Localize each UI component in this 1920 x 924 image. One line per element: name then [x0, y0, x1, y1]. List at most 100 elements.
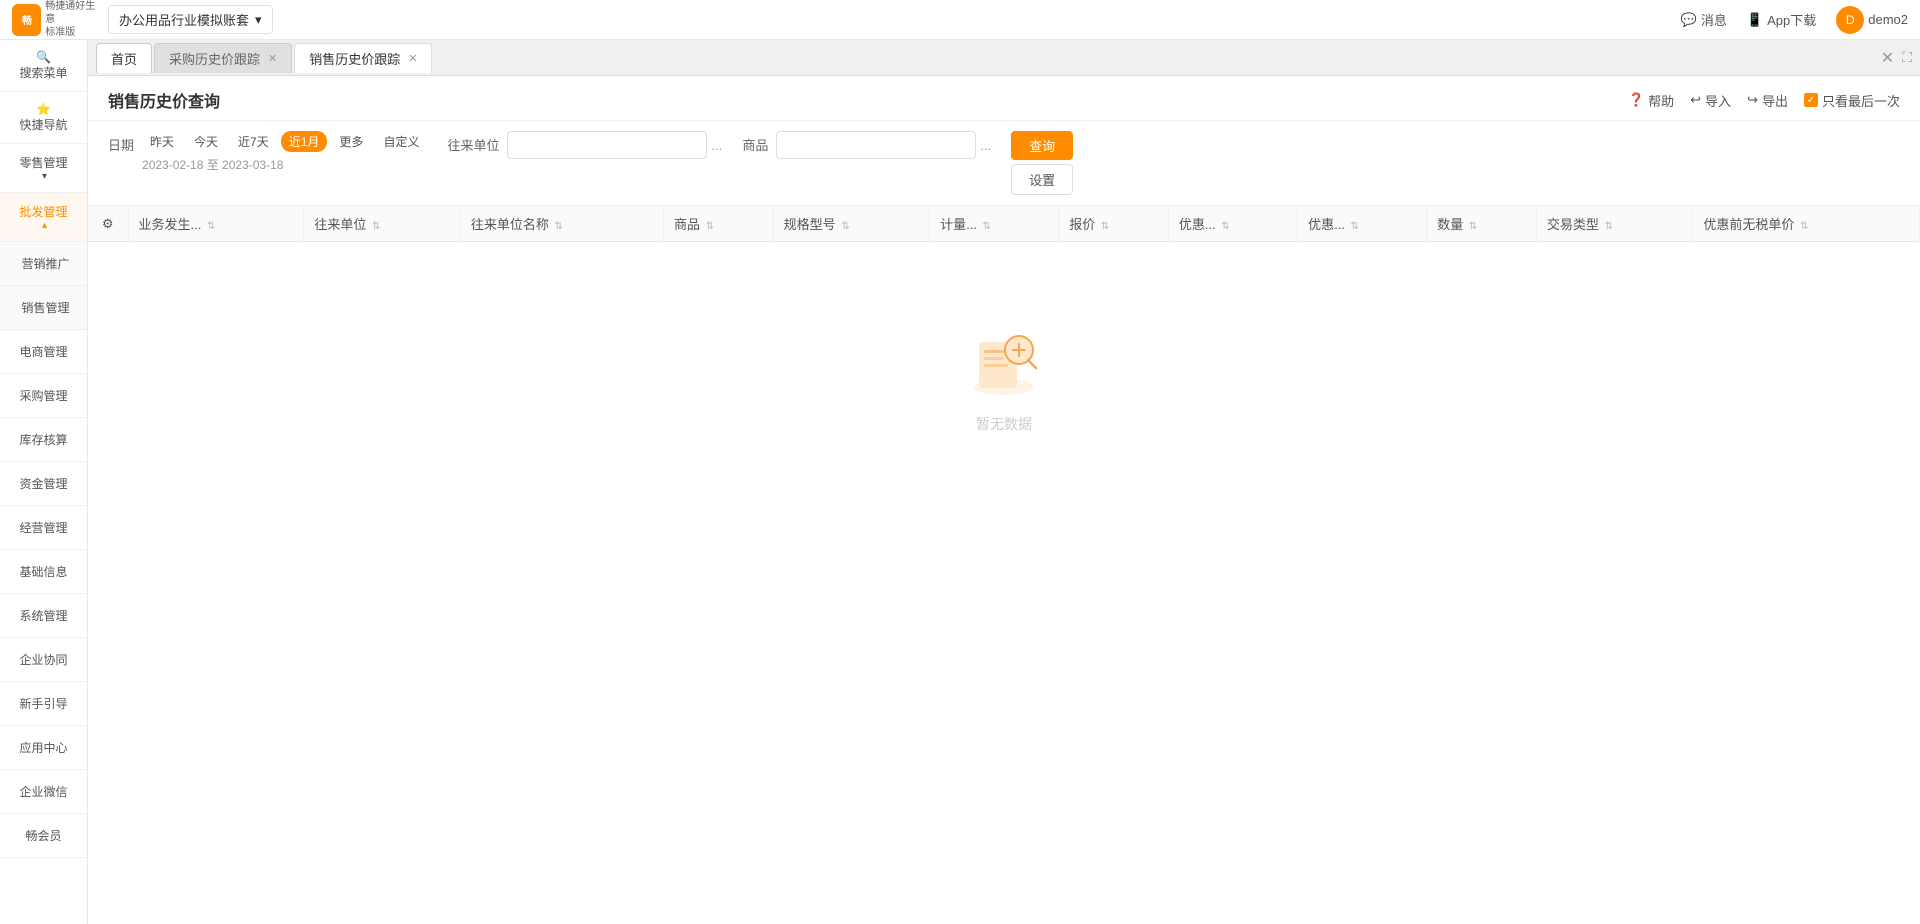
th-partner-name[interactable]: 往来单位名称 ⇅ [460, 206, 663, 242]
partner-input-group: ... [507, 131, 722, 159]
main-layout: 🔍 搜索菜单 ⭐ 快捷导航 零售管理 ▾ 批发管理 ▴ 营销推广 销售管理 电商… [0, 40, 1920, 924]
download-icon: 📱 [1747, 12, 1763, 28]
product-filter-label: 商品 [742, 131, 768, 154]
search-icon: 🔍 [36, 50, 51, 64]
sidebar-item-marketing[interactable]: 营销推广 [0, 242, 87, 286]
date-opt-more[interactable]: 更多 [331, 131, 371, 152]
message-button[interactable]: 💬 消息 [1681, 10, 1727, 29]
content-area: 首页 采购历史价跟踪 ✕ 销售历史价跟踪 ✕ ✕ ⛶ 销售历史价查询 [88, 40, 1920, 924]
message-icon: 💬 [1681, 12, 1697, 28]
title-actions: ❓ 帮助 ↩ 导入 ↪ 导出 ✓ 只看最后一次 [1628, 91, 1900, 110]
help-button[interactable]: ❓ 帮助 [1628, 91, 1674, 110]
sidebar-item-quick-nav[interactable]: ⭐ 快捷导航 [0, 92, 87, 144]
user-avatar-button[interactable]: D demo2 [1836, 6, 1908, 34]
sidebar: 🔍 搜索菜单 ⭐ 快捷导航 零售管理 ▾ 批发管理 ▴ 营销推广 销售管理 电商… [0, 40, 88, 924]
product-dots-button[interactable]: ... [980, 138, 991, 153]
th-settings[interactable]: ⚙ [88, 206, 128, 242]
sidebar-item-enterprise-collab[interactable]: 企业协同 [0, 638, 87, 682]
logo-icon: 畅 [12, 4, 41, 36]
sort-icon-quantity: ⇅ [1469, 221, 1477, 232]
sidebar-item-sales-mgmt[interactable]: 销售管理 [0, 286, 87, 330]
table-wrapper: ⚙ 业务发生... ⇅ 往来单位 ⇅ 往来单位名称 [88, 206, 1920, 514]
sidebar-item-operations-mgmt[interactable]: 经营管理 [0, 506, 87, 550]
date-opt-custom[interactable]: 自定义 [375, 131, 427, 152]
th-trade-type[interactable]: 交易类型 ⇅ [1536, 206, 1692, 242]
sidebar-item-inventory[interactable]: 库存核算 [0, 418, 87, 462]
app-download-button[interactable]: 📱 App下载 [1747, 10, 1816, 29]
sidebar-item-search-menu[interactable]: 🔍 搜索菜单 [0, 40, 87, 92]
date-range-text: 2023-02-18 至 2023-03-18 [142, 156, 427, 173]
checkbox-icon: ✓ [1804, 93, 1818, 107]
sidebar-item-finance-mgmt[interactable]: 资金管理 [0, 462, 87, 506]
partner-filter-label: 往来单位 [447, 131, 499, 154]
sort-icon-pretax-price: ⇅ [1800, 221, 1808, 232]
partner-filter-group: 往来单位 ... [447, 131, 722, 159]
tab-home[interactable]: 首页 [96, 43, 152, 73]
settings-icon: ⚙ [102, 216, 114, 231]
th-partner-code[interactable]: 往来单位 ⇅ [304, 206, 460, 242]
th-spec[interactable]: 规格型号 ⇅ [773, 206, 929, 242]
page-content: 销售历史价查询 ❓ 帮助 ↩ 导入 ↪ 导出 ✓ [88, 76, 1920, 924]
th-biz-date[interactable]: 业务发生... ⇅ [128, 206, 304, 242]
date-opt-yesterday[interactable]: 昨天 [142, 131, 182, 152]
sort-icon-product: ⇅ [706, 221, 714, 232]
avatar: D [1836, 6, 1864, 34]
date-opt-1month[interactable]: 近1月 [281, 131, 328, 152]
product-input[interactable] [776, 131, 976, 159]
filter-bar: 日期 昨天 今天 近7天 近1月 更多 自定义 2023-02-18 至 202… [88, 121, 1920, 206]
sidebar-item-member[interactable]: 畅会员 [0, 814, 87, 858]
sidebar-item-retail-mgmt[interactable]: 零售管理 ▾ [0, 144, 87, 193]
sort-icon-trade-type: ⇅ [1605, 221, 1613, 232]
only-last-checkbox[interactable]: ✓ 只看最后一次 [1804, 91, 1900, 110]
sort-icon-partner-code: ⇅ [372, 221, 380, 232]
sidebar-item-system-mgmt[interactable]: 系统管理 [0, 594, 87, 638]
tab-purchase-history[interactable]: 采购历史价跟踪 ✕ [154, 43, 292, 73]
search-button[interactable]: 查询 [1011, 131, 1073, 160]
product-filter-group: 商品 ... [742, 131, 991, 159]
filter-settings-button[interactable]: 设置 [1011, 164, 1073, 195]
filter-btn-group: 查询 设置 [1011, 131, 1073, 195]
sidebar-item-enterprise-wechat[interactable]: 企业微信 [0, 770, 87, 814]
close-tab-purchase-icon[interactable]: ✕ [268, 52, 277, 65]
date-opt-today[interactable]: 今天 [186, 131, 226, 152]
app-selector[interactable]: 办公用品行业模拟账套 ▾ [108, 5, 273, 34]
import-button[interactable]: ↩ 导入 [1690, 91, 1731, 110]
logo-area: 畅 畅捷通好生意 标准版 [12, 0, 100, 39]
th-quote[interactable]: 报价 ⇅ [1059, 206, 1169, 242]
date-opt-7days[interactable]: 近7天 [230, 131, 277, 152]
close-window-icon[interactable]: ✕ [1881, 48, 1894, 68]
sort-icon-discount2: ⇅ [1351, 221, 1359, 232]
page-title: 销售历史价查询 [108, 88, 220, 112]
svg-text:畅: 畅 [22, 14, 32, 27]
sort-icon-discount1: ⇅ [1221, 221, 1229, 232]
sidebar-item-purchase-mgmt[interactable]: 采购管理 [0, 374, 87, 418]
table-header-row: ⚙ 业务发生... ⇅ 往来单位 ⇅ 往来单位名称 [88, 206, 1920, 242]
sidebar-item-ecommerce-mgmt[interactable]: 电商管理 [0, 330, 87, 374]
sidebar-item-app-center[interactable]: 应用中心 [0, 726, 87, 770]
th-discount2[interactable]: 优惠... ⇅ [1298, 206, 1427, 242]
export-button[interactable]: ↪ 导出 [1747, 91, 1788, 110]
date-filter-label: 日期 [108, 131, 134, 154]
export-icon: ↪ [1747, 92, 1758, 108]
data-table: ⚙ 业务发生... ⇅ 往来单位 ⇅ 往来单位名称 [88, 206, 1920, 242]
th-quantity[interactable]: 数量 ⇅ [1427, 206, 1537, 242]
sort-icon-partner-name: ⇅ [554, 221, 562, 232]
star-icon: ⭐ [36, 102, 51, 116]
th-pretax-price[interactable]: 优惠前无税单价 ⇅ [1693, 206, 1920, 242]
partner-dots-button[interactable]: ... [711, 138, 722, 153]
date-filter-group: 日期 昨天 今天 近7天 近1月 更多 自定义 2023-02-18 至 202… [108, 131, 427, 173]
th-product[interactable]: 商品 ⇅ [663, 206, 773, 242]
maximize-icon[interactable]: ⛶ [1902, 49, 1912, 66]
header-right: 💬 消息 📱 App下载 D demo2 [1681, 6, 1908, 34]
th-discount1[interactable]: 优惠... ⇅ [1168, 206, 1297, 242]
chevron-up-icon: ▴ [42, 220, 47, 231]
top-header: 畅 畅捷通好生意 标准版 办公用品行业模拟账套 ▾ 💬 消息 📱 App下载 D… [0, 0, 1920, 40]
th-unit[interactable]: 计量... ⇅ [930, 206, 1059, 242]
tab-sales-history[interactable]: 销售历史价跟踪 ✕ [294, 43, 432, 73]
sidebar-item-wholesale-mgmt[interactable]: 批发管理 ▴ [0, 193, 87, 242]
close-tab-sales-icon[interactable]: ✕ [408, 52, 417, 65]
help-icon: ❓ [1628, 92, 1644, 108]
sidebar-item-newcomer-guide[interactable]: 新手引导 [0, 682, 87, 726]
sidebar-item-basic-info[interactable]: 基础信息 [0, 550, 87, 594]
partner-input[interactable] [507, 131, 707, 159]
